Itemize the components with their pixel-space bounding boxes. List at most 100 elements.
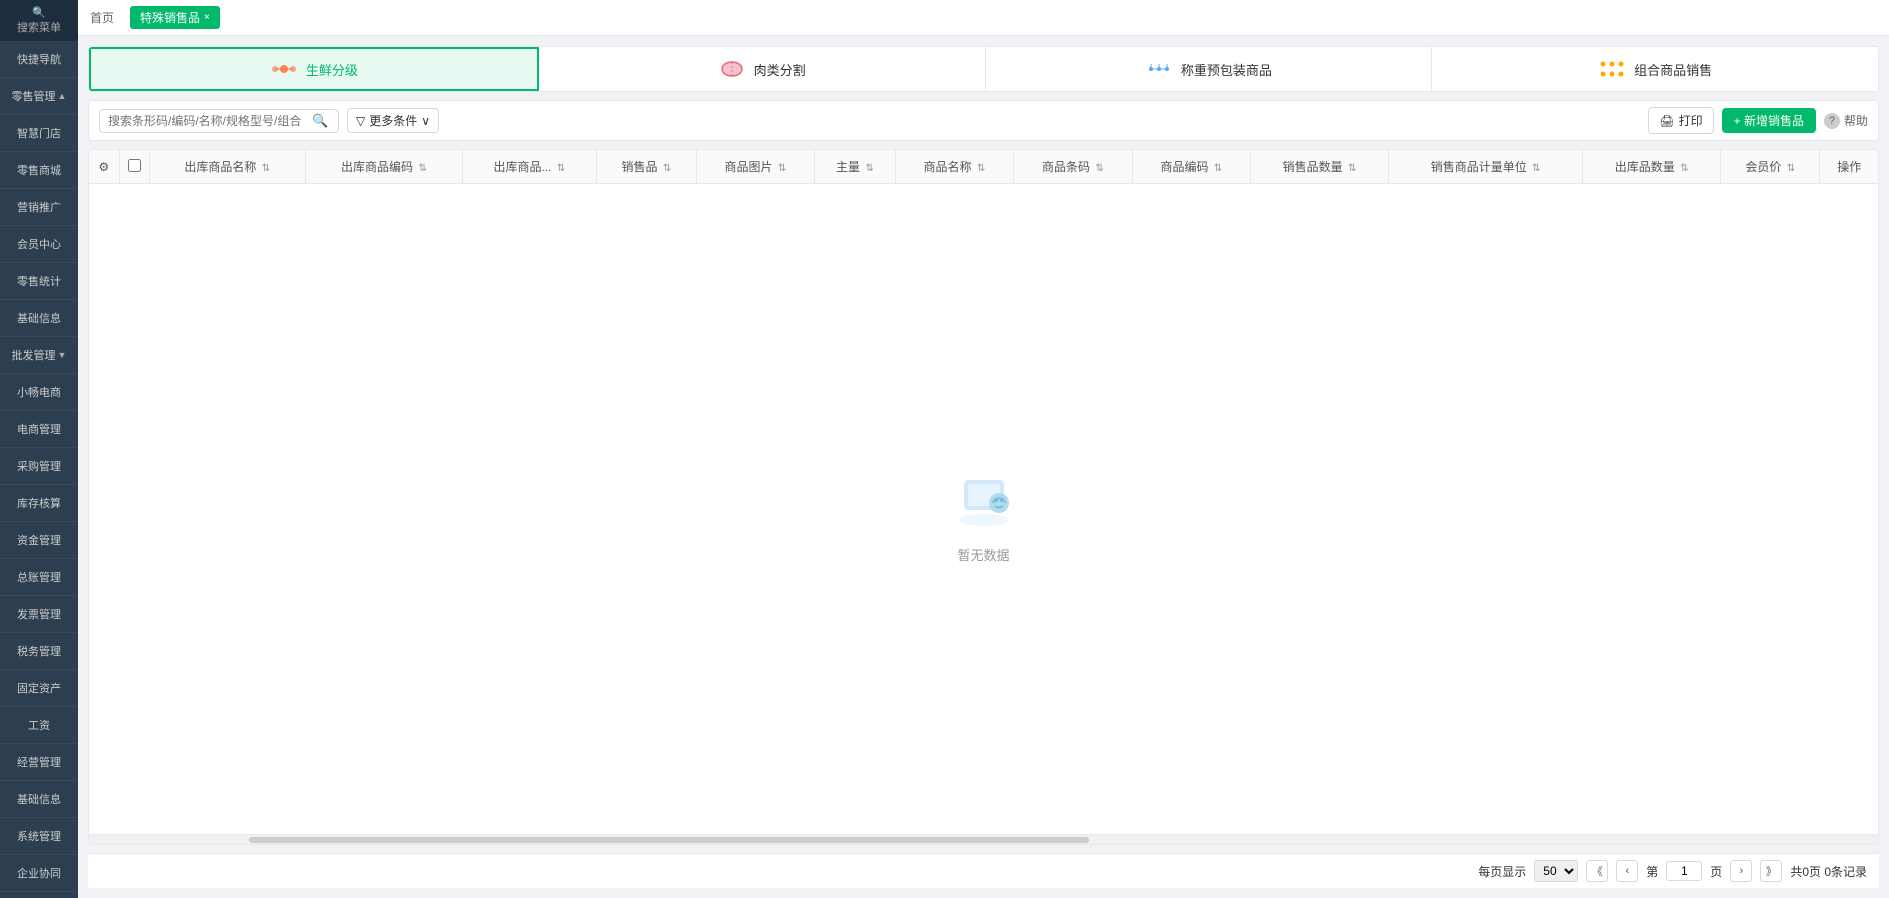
sort-icon-sales-unit: ⇅ <box>1532 163 1540 174</box>
sort-icon-out-code: ⇅ <box>418 163 426 174</box>
th-out-code[interactable]: 出库商品编码 ⇅ <box>306 150 463 184</box>
th-product-name[interactable]: 商品名称 ⇅ <box>895 150 1014 184</box>
sort-icon-sales-qty: ⇅ <box>1348 163 1356 174</box>
th-check[interactable] <box>119 150 149 184</box>
next-page-icon: › <box>1739 865 1743 877</box>
print-button[interactable]: 🖨 打印 <box>1648 107 1713 134</box>
table-wrap: ⚙ 出库商品名称 ⇅ 出库商品编码 ⇅ <box>88 149 1879 845</box>
prev-page-button[interactable]: ‹ <box>1616 860 1638 882</box>
meat-cut-icon <box>718 59 746 79</box>
sidebar-item-tax-mgmt[interactable]: 税务管理 <box>0 633 78 670</box>
sort-icon-weight: ⇅ <box>865 163 873 174</box>
sidebar-item-ecom-mgmt[interactable]: 电商管理 <box>0 411 78 448</box>
sidebar-item-batch-mgmt[interactable]: 批发管理 ▼ <box>0 337 78 374</box>
sidebar-item-new-guide[interactable]: 新手引导 <box>0 892 78 898</box>
th-sales-item[interactable]: 销售品 ⇅ <box>597 150 697 184</box>
th-barcode[interactable]: 商品条码 ⇅ <box>1014 150 1133 184</box>
sidebar-item-member-center[interactable]: 会员中心 <box>0 226 78 263</box>
tab-bar: 生鲜分级 肉类分割 <box>88 46 1879 92</box>
tab-weigh-pack-label: 称重预包装商品 <box>1181 60 1272 79</box>
print-icon: 🖨 <box>1659 114 1674 128</box>
sidebar-item-inventory-check[interactable]: 库存核算 <box>0 485 78 522</box>
retail-mgmt-arrow: ▲ <box>58 91 67 101</box>
tab-fresh-grade[interactable]: 生鲜分级 <box>89 47 539 91</box>
th-weight[interactable]: 主量 ⇅ <box>815 150 895 184</box>
print-label: 打印 <box>1679 112 1703 129</box>
filter-icon: ▽ <box>356 114 365 128</box>
first-page-button[interactable]: 《 <box>1586 860 1608 882</box>
sidebar-search[interactable]: 🔍 搜索菜单 <box>0 0 78 41</box>
breadcrumb-home[interactable]: 首页 <box>90 9 114 26</box>
sales-promo-label: 营销推广 <box>17 199 61 215</box>
quick-nav-label: 快捷导航 <box>17 51 61 67</box>
sidebar-item-general-ledger[interactable]: 总账管理 <box>0 559 78 596</box>
breadcrumb-active-tab[interactable]: 特殊销售品 × <box>130 6 220 29</box>
sort-icon-product-code: ⇅ <box>1214 163 1222 174</box>
sidebar-item-purchase-mgmt[interactable]: 采购管理 <box>0 448 78 485</box>
th-product-code[interactable]: 商品编码 ⇅ <box>1132 150 1251 184</box>
sort-icon-product-img: ⇅ <box>778 163 786 174</box>
sidebar-item-basic-info[interactable]: 基础信息 <box>0 300 78 337</box>
h-scroll-inner <box>249 837 1089 843</box>
th-sales-unit[interactable]: 销售商品计量单位 ⇅ <box>1388 150 1583 184</box>
tab-meat-cut[interactable]: 肉类分割 <box>539 47 986 91</box>
pagination-bar: 每页显示 50 《 ‹ 第 页 › 》 共0页 0条记录 <box>88 853 1879 888</box>
sidebar-item-smart-store[interactable]: 智慧门店 <box>0 115 78 152</box>
th-sales-qty[interactable]: 销售品数量 ⇅ <box>1251 150 1389 184</box>
th-gear[interactable]: ⚙ <box>89 150 119 184</box>
combo-sales-icon <box>1598 59 1626 79</box>
sidebar-item-enterprise-coop[interactable]: 企业协同 <box>0 855 78 892</box>
sidebar-item-fixed-assets[interactable]: 固定资产 <box>0 670 78 707</box>
help-button[interactable]: ? 帮助 <box>1824 112 1868 129</box>
last-page-icon: 》 <box>1766 863 1777 879</box>
sidebar-item-retail-mgmt[interactable]: 零售管理 ▲ <box>0 78 78 115</box>
tab-combo-sales-label: 组合商品销售 <box>1634 60 1712 79</box>
sidebar-item-sales-promo[interactable]: 营销推广 <box>0 189 78 226</box>
tab-weigh-pack[interactable]: 称重预包装商品 <box>986 47 1433 91</box>
sidebar-item-base-info2[interactable]: 基础信息 <box>0 781 78 818</box>
select-all-checkbox[interactable] <box>128 159 141 172</box>
tab-combo-sales[interactable]: 组合商品销售 <box>1432 47 1878 91</box>
sidebar-item-quick-nav[interactable]: 快捷导航 <box>0 41 78 78</box>
data-table: ⚙ 出库商品名称 ⇅ 出库商品编码 ⇅ <box>89 150 1878 184</box>
empty-state: 暂无数据 <box>89 184 1878 834</box>
sidebar-item-invoice-mgmt[interactable]: 发票管理 <box>0 596 78 633</box>
tax-mgmt-label: 税务管理 <box>17 643 61 659</box>
sidebar-item-capital-mgmt[interactable]: 资金管理 <box>0 522 78 559</box>
batch-mgmt-label: 批发管理 <box>12 347 56 363</box>
invoice-mgmt-label: 发票管理 <box>17 606 61 622</box>
sidebar-item-sys-mgmt[interactable]: 系统管理 <box>0 818 78 855</box>
tab-meat-cut-label: 肉类分割 <box>754 60 806 79</box>
close-tab-button[interactable]: × <box>204 12 210 23</box>
sidebar-item-ops-mgmt[interactable]: 经营管理 <box>0 744 78 781</box>
gear-icon: ⚙ <box>98 160 109 174</box>
h-scroll-bar[interactable] <box>89 834 1878 844</box>
enterprise-coop-label: 企业协同 <box>17 865 61 881</box>
page-number-input[interactable] <box>1666 861 1702 881</box>
th-out-qty[interactable]: 出库品数量 ⇅ <box>1583 150 1721 184</box>
sort-icon-barcode: ⇅ <box>1095 163 1103 174</box>
search-icon: 🔍 <box>32 7 46 19</box>
th-out-item[interactable]: 出库商品... ⇅ <box>462 150 596 184</box>
sidebar-item-retail-stats[interactable]: 零售统计 <box>0 263 78 300</box>
page-label: 第 <box>1646 863 1658 880</box>
sidebar-item-retail-mall[interactable]: 零售商城 <box>0 152 78 189</box>
add-sales-button[interactable]: + 新增销售品 <box>1722 108 1816 133</box>
fixed-assets-label: 固定资产 <box>17 680 61 696</box>
per-page-select[interactable]: 50 <box>1534 860 1578 882</box>
base-info2-label: 基础信息 <box>17 791 61 807</box>
help-icon: ? <box>1824 113 1840 129</box>
filter-button[interactable]: ▽ 更多条件 ∨ <box>347 108 439 133</box>
search-input-wrap[interactable]: 🔍 <box>99 109 339 133</box>
sidebar-item-mini-ecom[interactable]: 小畅电商 <box>0 374 78 411</box>
th-out-name[interactable]: 出库商品名称 ⇅ <box>149 150 306 184</box>
th-member-price[interactable]: 会员价 ⇅ <box>1720 150 1820 184</box>
total-text: 共0页 0条记录 <box>1790 863 1867 880</box>
last-page-button[interactable]: 》 <box>1760 860 1782 882</box>
top-bar: 首页 特殊销售品 × <box>78 0 1889 36</box>
sidebar-item-salary[interactable]: 工资 <box>0 707 78 744</box>
next-page-button[interactable]: › <box>1730 860 1752 882</box>
add-sales-label: + 新增销售品 <box>1734 112 1804 129</box>
th-product-img[interactable]: 商品图片 ⇅ <box>696 150 815 184</box>
search-input[interactable] <box>108 114 308 128</box>
